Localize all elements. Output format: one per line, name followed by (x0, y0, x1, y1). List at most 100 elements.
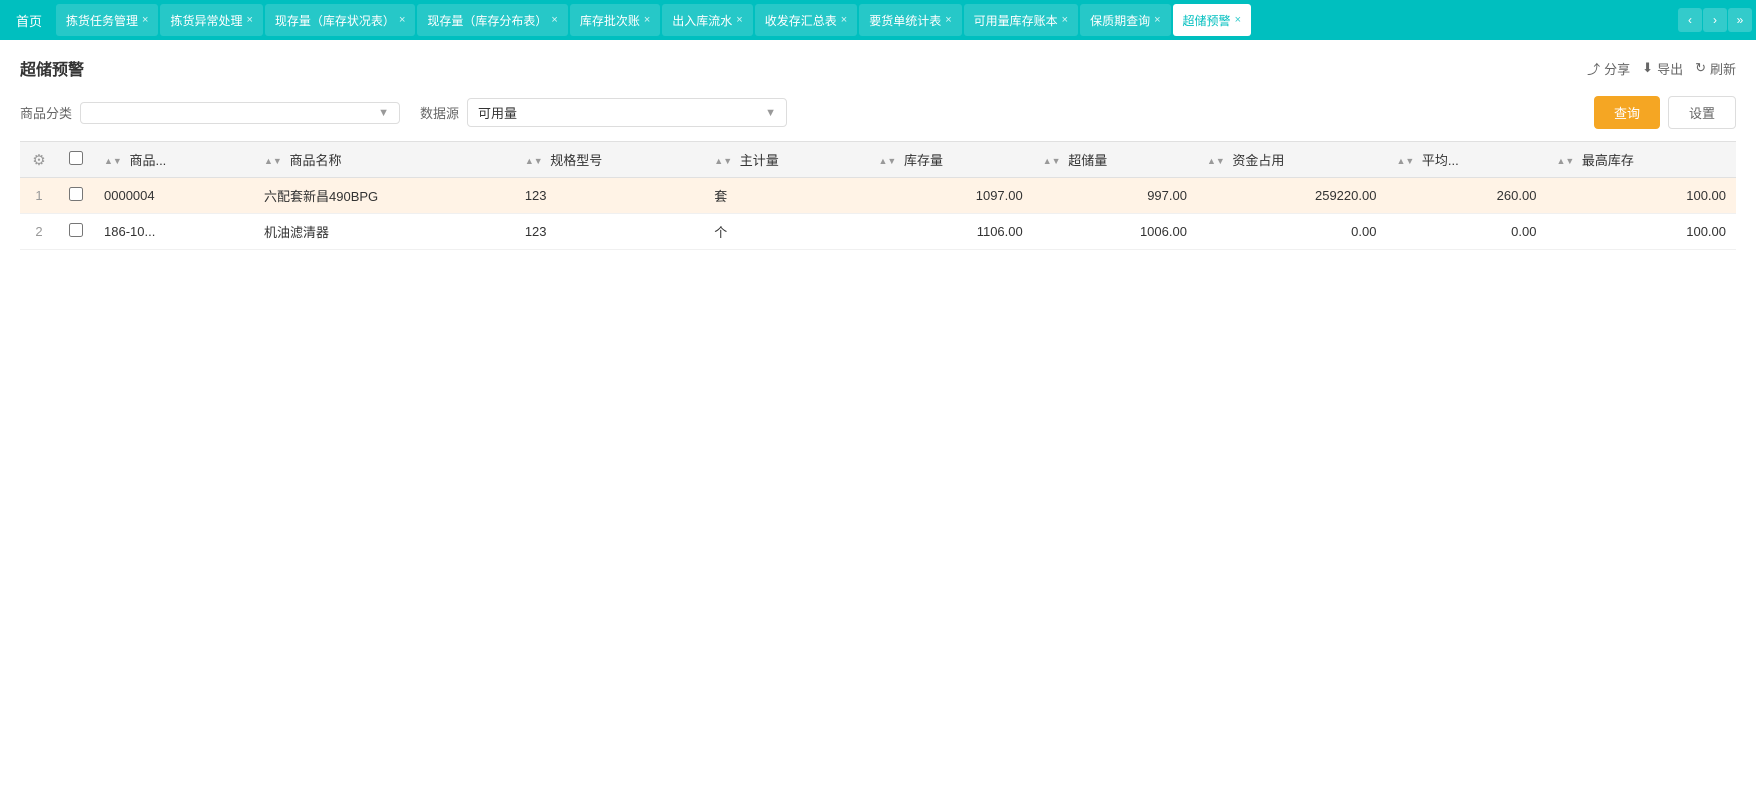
category-select[interactable]: ▼ (80, 102, 400, 124)
datasource-value: 可用量 (478, 103, 757, 122)
row-unit: 个 (704, 214, 868, 250)
page-content: 超储预警 ⤴ 分享 ⬇ 导出 ↻ 刷新 商品分类 ▼ 数据源 (0, 40, 1756, 800)
top-navigation: 首页 拣货任务管理 × 拣货异常处理 × 现存量（库存状况表） × 现存量（库存… (0, 0, 1756, 40)
select-all-checkbox[interactable] (69, 151, 83, 165)
close-icon[interactable]: × (551, 14, 557, 26)
close-icon[interactable]: × (1062, 14, 1068, 26)
col-header-name[interactable]: ▲▼ 商品名称 (254, 142, 515, 178)
sort-icon: ▲▼ (1556, 157, 1574, 166)
row-over: 997.00 (1033, 178, 1197, 214)
row-spec: 123 (515, 178, 704, 214)
nav-tab-pick-task[interactable]: 拣货任务管理 × (56, 4, 158, 36)
nav-tab-stock-dist[interactable]: 现存量（库存分布表） × (417, 4, 567, 36)
refresh-button[interactable]: ↻ 刷新 (1695, 59, 1736, 78)
close-icon[interactable]: × (246, 14, 252, 26)
row-stock: 1097.00 (869, 178, 1033, 214)
chevron-down-icon: ▼ (765, 107, 776, 119)
row-checkbox-cell[interactable] (58, 214, 94, 250)
close-icon[interactable]: × (399, 14, 405, 26)
row-code: 0000004 (94, 178, 254, 214)
nav-tab-overstock-warning[interactable]: 超储预警 × (1173, 4, 1251, 36)
gear-icon[interactable]: ⚙ (30, 151, 48, 169)
sort-icon: ▲▼ (264, 157, 282, 166)
row-capital: 259220.00 (1197, 178, 1386, 214)
col-header-spec[interactable]: ▲▼ 规格型号 (515, 142, 704, 178)
row-code: 186-10... (94, 214, 254, 250)
table-row: 1 0000004 六配套新昌490BPG 123 套 1097.00 997.… (20, 178, 1736, 214)
sort-icon: ▲▼ (104, 157, 122, 166)
row-max: 100.00 (1546, 214, 1736, 250)
nav-tab-stock-status[interactable]: 现存量（库存状况表） × (265, 4, 415, 36)
datasource-select[interactable]: 可用量 ▼ (467, 98, 787, 127)
datasource-filter-group: 数据源 可用量 ▼ (420, 98, 787, 127)
row-unit: 套 (704, 178, 868, 214)
share-icon: ⤴ (1587, 59, 1600, 78)
header-actions: ⤴ 分享 ⬇ 导出 ↻ 刷新 (1587, 59, 1736, 78)
row-avg: 0.00 (1386, 214, 1546, 250)
sort-icon: ▲▼ (879, 157, 897, 166)
sort-icon: ▲▼ (525, 157, 543, 166)
query-button[interactable]: 查询 (1594, 96, 1660, 129)
close-icon[interactable]: × (841, 14, 847, 26)
nav-tab-pick-exception[interactable]: 拣货异常处理 × (160, 4, 262, 36)
row-capital: 0.00 (1197, 214, 1386, 250)
data-table-wrapper: ⚙ ▲▼ 商品... ▲▼ 商品名称 ▲▼ 规格型号 (20, 141, 1736, 250)
col-header-capital[interactable]: ▲▼ 资金占用 (1197, 142, 1386, 178)
filter-row: 商品分类 ▼ 数据源 可用量 ▼ 查询 设置 (20, 96, 1736, 129)
close-icon[interactable]: × (736, 14, 742, 26)
close-icon[interactable]: × (1235, 14, 1241, 26)
category-filter-group: 商品分类 ▼ (20, 102, 400, 124)
table-row: 2 186-10... 机油滤清器 123 个 1106.00 1006.00 … (20, 214, 1736, 250)
row-index: 1 (20, 178, 58, 214)
col-header-code[interactable]: ▲▼ 商品... (94, 142, 254, 178)
sort-icon: ▲▼ (1207, 157, 1225, 166)
table-header: ⚙ ▲▼ 商品... ▲▼ 商品名称 ▲▼ 规格型号 (20, 142, 1736, 178)
row-checkbox-cell[interactable] (58, 178, 94, 214)
nav-prev-arrow[interactable]: ‹ (1678, 8, 1702, 32)
close-icon[interactable]: × (644, 14, 650, 26)
close-icon[interactable]: × (945, 14, 951, 26)
nav-tab-inout-flow[interactable]: 出入库流水 × (662, 4, 752, 36)
row-name: 六配套新昌490BPG (254, 178, 515, 214)
export-button[interactable]: ⬇ 导出 (1642, 59, 1683, 78)
chevron-down-icon: ▼ (378, 107, 389, 119)
nav-next-arrow[interactable]: › (1703, 8, 1727, 32)
col-header-avg[interactable]: ▲▼ 平均... (1386, 142, 1546, 178)
sort-icon: ▲▼ (1043, 157, 1061, 166)
nav-tab-batch-account[interactable]: 库存批次账 × (570, 4, 660, 36)
col-header-max[interactable]: ▲▼ 最高库存 (1546, 142, 1736, 178)
category-label: 商品分类 (20, 103, 72, 122)
col-header-over[interactable]: ▲▼ 超储量 (1033, 142, 1197, 178)
row-name: 机油滤清器 (254, 214, 515, 250)
col-header-stock[interactable]: ▲▼ 库存量 (869, 142, 1033, 178)
share-button[interactable]: ⤴ 分享 (1587, 59, 1630, 78)
nav-home[interactable]: 首页 (4, 4, 54, 36)
close-icon[interactable]: × (1154, 14, 1160, 26)
nav-tab-order-stats[interactable]: 要货单统计表 × (859, 4, 961, 36)
row-over: 1006.00 (1033, 214, 1197, 250)
row-checkbox[interactable] (69, 187, 83, 201)
data-table: ⚙ ▲▼ 商品... ▲▼ 商品名称 ▲▼ 规格型号 (20, 141, 1736, 250)
nav-more-arrow[interactable]: » (1728, 8, 1752, 32)
row-checkbox[interactable] (69, 223, 83, 237)
nav-tab-recv-summary[interactable]: 收发存汇总表 × (755, 4, 857, 36)
col-header-unit[interactable]: ▲▼ 主计量 (704, 142, 868, 178)
settings-button[interactable]: 设置 (1668, 96, 1736, 129)
row-max: 100.00 (1546, 178, 1736, 214)
row-index: 2 (20, 214, 58, 250)
page-title: 超储预警 (20, 56, 84, 80)
refresh-icon: ↻ (1695, 60, 1706, 76)
page-header: 超储预警 ⤴ 分享 ⬇ 导出 ↻ 刷新 (20, 56, 1736, 80)
row-spec: 123 (515, 214, 704, 250)
table-header-checkbox[interactable] (58, 142, 94, 178)
sort-icon: ▲▼ (1396, 157, 1414, 166)
datasource-label: 数据源 (420, 103, 459, 122)
row-stock: 1106.00 (869, 214, 1033, 250)
close-icon[interactable]: × (142, 14, 148, 26)
table-header-settings[interactable]: ⚙ (20, 142, 58, 178)
sort-icon: ▲▼ (714, 157, 732, 166)
row-avg: 260.00 (1386, 178, 1546, 214)
nav-tab-quality-period[interactable]: 保质期查询 × (1080, 4, 1170, 36)
nav-tab-available-stock[interactable]: 可用量库存账本 × (964, 4, 1078, 36)
filter-actions: 查询 设置 (1594, 96, 1736, 129)
